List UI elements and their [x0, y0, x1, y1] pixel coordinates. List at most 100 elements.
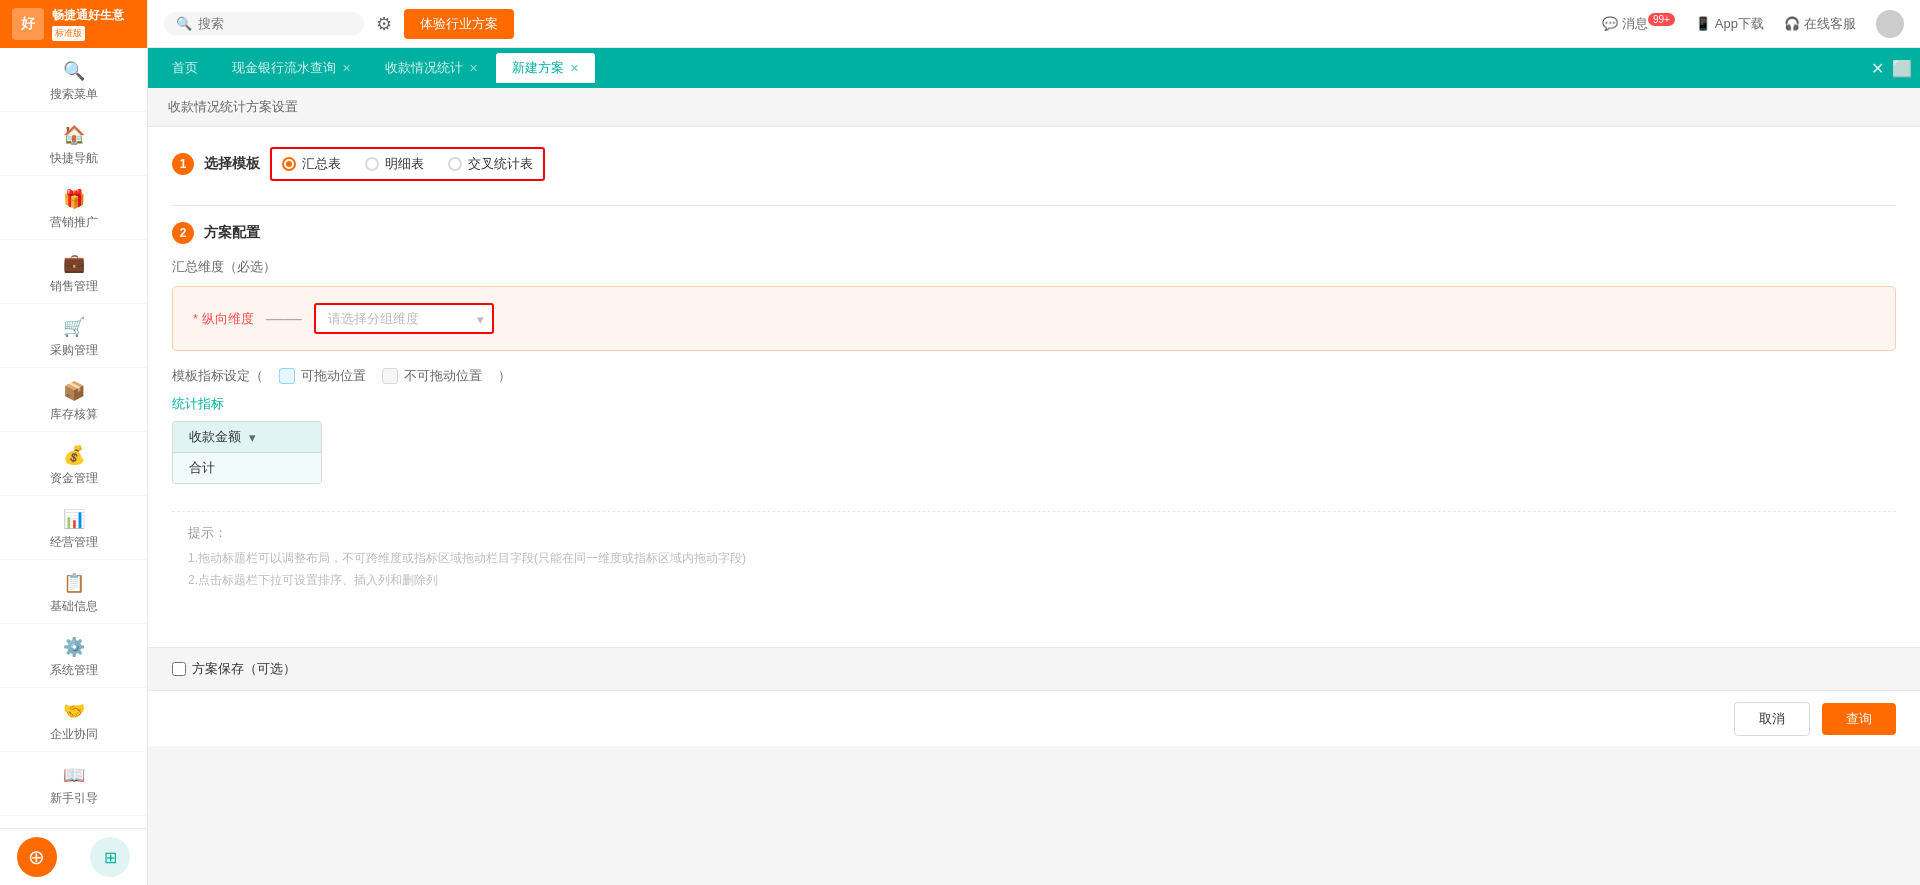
sidebar: 好 畅捷通好生意 标准版 🔍 搜索菜单 🏠 快捷导航 🎁 营销推广 💼 销售管理… [0, 0, 148, 885]
logo-icon: 好 [12, 8, 44, 40]
purchase-icon: 🛒 [63, 316, 85, 338]
sidebar-item-label: 营销推广 [50, 214, 98, 231]
tab-payment-stats-label: 收款情况统计 [385, 59, 463, 77]
dropdown-chevron-icon[interactable]: ▾ [249, 430, 256, 445]
sidebar-item-label: 采购管理 [50, 342, 98, 359]
radio-summary[interactable]: 汇总表 [282, 155, 341, 173]
dimension-config-area: 纵向维度 —— 请选择分组维度 [172, 286, 1896, 351]
tab-close-icon[interactable]: ✕ [469, 62, 478, 75]
sidebar-secondary-btn[interactable]: ⊞ [90, 837, 130, 877]
radio-crosstab-input[interactable] [448, 157, 462, 171]
sidebar-item-label: 系统管理 [50, 662, 98, 679]
indicator-settings-label: 模板指标设定（ [172, 367, 263, 385]
draggable-label: 可拖动位置 [301, 367, 366, 385]
sidebar-item-label: 企业协同 [50, 726, 98, 743]
non-draggable-box [382, 368, 398, 384]
sales-icon: 💼 [63, 252, 85, 274]
footer-actions: 取消 查询 [148, 690, 1920, 746]
user-avatar[interactable] [1876, 10, 1904, 38]
indicator-toggle-row: 模板指标设定（ 可拖动位置 不可拖动位置 ） [172, 367, 1896, 385]
step1-title-row: 1 选择模板 汇总表 明细表 交叉统计表 [172, 147, 1896, 181]
cancel-button[interactable]: 取消 [1734, 702, 1810, 736]
sidebar-item-guide[interactable]: 📖 新手引导 [0, 752, 147, 816]
sidebar-item-inventory[interactable]: 📦 库存核算 [0, 368, 147, 432]
step1-badge: 1 [172, 153, 194, 175]
save-checkbox-label[interactable]: 方案保存（可选） [172, 660, 296, 678]
quick-nav-icon: 🏠 [63, 124, 85, 146]
divider1 [172, 205, 1896, 206]
marketing-icon: 🎁 [63, 188, 85, 210]
sidebar-item-system[interactable]: ⚙️ 系统管理 [0, 624, 147, 688]
app-download-item[interactable]: 📱 App下载 [1695, 15, 1764, 33]
sidebar-item-marketing[interactable]: 🎁 营销推广 [0, 176, 147, 240]
tips-item-1: 1.拖动标题栏可以调整布局，不可跨维度或指标区域拖动栏目字段(只能在同一维度或指… [188, 548, 1880, 570]
business-icon: 📊 [63, 508, 85, 530]
sidebar-item-basic[interactable]: 📋 基础信息 [0, 560, 147, 624]
page-header: 收款情况统计方案设置 [148, 88, 1920, 127]
query-button[interactable]: 查询 [1822, 703, 1896, 735]
table-row-text: 合计 [189, 460, 215, 475]
indicator-label-suffix: ） [498, 367, 511, 385]
sidebar-item-search-menu[interactable]: 🔍 搜索菜单 [0, 48, 147, 112]
guide-icon: 📖 [63, 764, 85, 786]
tab-cash-bank-label: 现金银行流水查询 [232, 59, 336, 77]
sidebar-item-label: 销售管理 [50, 278, 98, 295]
radio-crosstab-label: 交叉统计表 [468, 155, 533, 173]
tab-new-plan[interactable]: 新建方案 ✕ [496, 53, 595, 83]
sidebar-item-sales[interactable]: 💼 销售管理 [0, 240, 147, 304]
tabbar: 首页 现金银行流水查询 ✕ 收款情况统计 ✕ 新建方案 ✕ ✕ ⬜ [148, 48, 1920, 88]
sidebar-item-finance[interactable]: 💰 资金管理 [0, 432, 147, 496]
tab-home[interactable]: 首页 [156, 53, 214, 83]
dimension-select[interactable]: 请选择分组维度 [314, 303, 494, 334]
radio-detail-input[interactable] [365, 157, 379, 171]
indicator-table: 收款金额 ▾ 合计 [172, 421, 322, 484]
tips-section: 提示： 1.拖动标题栏可以调整布局，不可跨维度或指标区域拖动栏目字段(只能在同一… [172, 511, 1896, 603]
sidebar-item-label: 搜索菜单 [50, 86, 98, 103]
sidebar-add-btn[interactable]: ⊕ [17, 837, 57, 877]
app-download-icon: 📱 [1695, 16, 1711, 31]
tabbar-actions: ✕ ⬜ [1871, 59, 1912, 78]
close-window-icon[interactable]: ✕ [1871, 59, 1884, 78]
arrow-icon: —— [266, 308, 302, 329]
sidebar-item-collab[interactable]: 🤝 企业协同 [0, 688, 147, 752]
collab-icon: 🤝 [63, 700, 85, 722]
page-body: 1 选择模板 汇总表 明细表 交叉统计表 [148, 127, 1920, 647]
sidebar-item-label: 库存核算 [50, 406, 98, 423]
step2-title-text: 方案配置 [204, 224, 260, 242]
topbar-search-box[interactable]: 🔍 [164, 12, 364, 35]
radio-detail[interactable]: 明细表 [365, 155, 424, 173]
sidebar-item-hardware[interactable]: 💡 智能硬件 [0, 816, 147, 828]
online-service-label: 在线客服 [1804, 15, 1856, 33]
step2-section: 2 方案配置 汇总维度（必选） 纵向维度 —— 请选择分组维度 [172, 222, 1896, 603]
radio-crosstab[interactable]: 交叉统计表 [448, 155, 533, 173]
inventory-icon: 📦 [63, 380, 85, 402]
gear-icon[interactable]: ⚙ [376, 13, 392, 35]
save-checkbox-input[interactable] [172, 662, 186, 676]
online-service-icon: 🎧 [1784, 16, 1800, 31]
sidebar-item-label: 新手引导 [50, 790, 98, 807]
sidebar-bottom: ⊕ ⊞ [0, 828, 147, 885]
maximize-icon[interactable]: ⬜ [1892, 59, 1912, 78]
step2-badge: 2 [172, 222, 194, 244]
sidebar-item-purchase[interactable]: 🛒 采购管理 [0, 304, 147, 368]
sidebar-logo: 好 畅捷通好生意 标准版 [0, 0, 147, 48]
sidebar-items-list: 🔍 搜索菜单 🏠 快捷导航 🎁 营销推广 💼 销售管理 🛒 采购管理 📦 库存核… [0, 48, 147, 828]
tab-cash-bank[interactable]: 现金银行流水查询 ✕ [216, 53, 367, 83]
topbar: 🔍 ⚙ 体验行业方案 💬 消息 99+ 📱 App下载 🎧 在线客服 [148, 0, 1920, 48]
notification-item[interactable]: 💬 消息 99+ [1602, 15, 1675, 33]
sidebar-item-business[interactable]: 📊 经营管理 [0, 496, 147, 560]
topbar-right: 💬 消息 99+ 📱 App下载 🎧 在线客服 [1602, 10, 1904, 38]
industry-plan-button[interactable]: 体验行业方案 [404, 9, 514, 39]
radio-summary-input[interactable] [282, 157, 296, 171]
system-icon: ⚙️ [63, 636, 85, 658]
tab-payment-stats[interactable]: 收款情况统计 ✕ [369, 53, 494, 83]
sidebar-item-label: 基础信息 [50, 598, 98, 615]
sidebar-item-quick-nav[interactable]: 🏠 快捷导航 [0, 112, 147, 176]
add-icon: ⊕ [28, 845, 45, 869]
online-service-item[interactable]: 🎧 在线客服 [1784, 15, 1856, 33]
search-input[interactable] [198, 16, 338, 31]
step1-title-text: 选择模板 [204, 155, 260, 173]
tab-close-icon[interactable]: ✕ [570, 62, 579, 75]
indicator-table-header: 收款金额 ▾ [173, 422, 321, 453]
tab-close-icon[interactable]: ✕ [342, 62, 351, 75]
